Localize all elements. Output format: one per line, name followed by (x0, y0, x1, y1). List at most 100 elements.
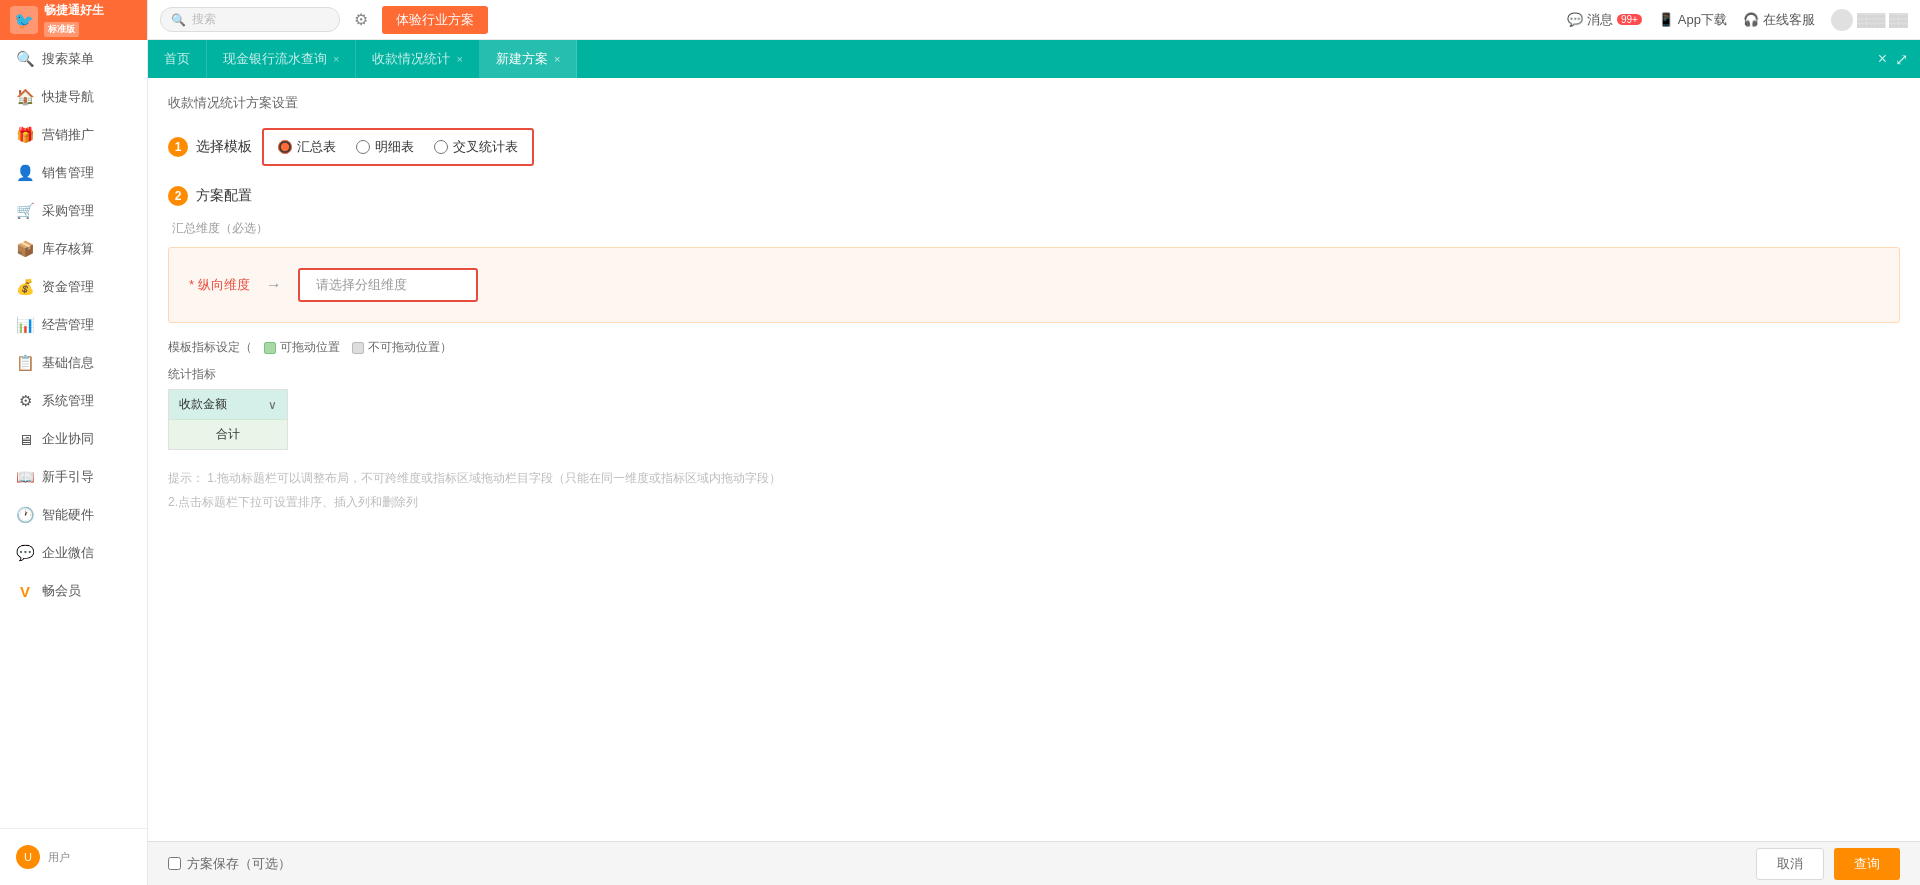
tab-receipt-stats-close[interactable]: × (456, 53, 462, 65)
template-radio-group: 汇总表 明细表 交叉统计表 (262, 128, 534, 166)
search-placeholder-text: 搜索 (192, 11, 216, 28)
vertical-dimension-label: * 纵向维度 (189, 276, 250, 294)
hint-line1: 提示： 1.拖动标题栏可以调整布局，不可跨维度或指标区域拖动栏目字段（只能在同一… (168, 466, 1900, 490)
sales-icon: 👤 (16, 164, 34, 182)
sidebar-item-enterprise-coop[interactable]: 🖥 企业协同 (0, 420, 147, 458)
sidebar-item-operations[interactable]: 📊 经营管理 (0, 306, 147, 344)
stat-indicator-title: 统计指标 (168, 366, 288, 383)
radio-cross[interactable]: 交叉统计表 (434, 138, 518, 156)
step1-title: 选择模板 (196, 138, 252, 156)
tab-bank-flow-close[interactable]: × (333, 53, 339, 65)
tab-home-label: 首页 (164, 50, 190, 68)
user-info[interactable]: ▓▓▓ ▓▓ (1831, 9, 1908, 31)
tab-bank-flow[interactable]: 现金银行流水查询 × (207, 40, 356, 78)
indicator-dropdown-icon[interactable]: ∨ (268, 398, 277, 412)
sidebar-item-search-menu[interactable]: 🔍 搜索菜单 (0, 40, 147, 78)
draggable-label: 可拖动位置 (280, 339, 340, 356)
sidebar-item-marketing[interactable]: 🎁 营销推广 (0, 116, 147, 154)
user-avatar (1831, 9, 1853, 31)
sidebar-logo: 🐦 畅捷通好生 标准版 (0, 0, 147, 40)
online-service-icon: 🎧 (1743, 12, 1759, 27)
enterprise-coop-icon: 🖥 (16, 431, 34, 448)
tab-home[interactable]: 首页 (148, 40, 207, 78)
basic-info-icon: 📋 (16, 354, 34, 372)
tab-new-plan[interactable]: 新建方案 × (480, 40, 577, 78)
sidebar-item-finance[interactable]: 💰 资金管理 (0, 268, 147, 306)
cancel-button[interactable]: 取消 (1756, 848, 1824, 880)
hints-section: 提示： 1.拖动标题栏可以调整布局，不可跨维度或指标区域拖动栏目字段（只能在同一… (168, 466, 1900, 514)
online-service-button[interactable]: 🎧 在线客服 (1743, 11, 1815, 29)
sidebar-bottom: U 用户 (0, 828, 147, 885)
tabs-right-controls: × ⤢ (1878, 50, 1920, 69)
tab-new-plan-label: 新建方案 (496, 50, 548, 68)
dimension-arrow: → (266, 276, 282, 294)
indicator-table-header[interactable]: 收款金额 ∨ (169, 390, 287, 419)
save-option-label[interactable]: 方案保存（可选） (168, 855, 291, 873)
radio-cross-label: 交叉统计表 (453, 138, 518, 156)
message-badge: 99+ (1617, 14, 1642, 25)
trial-button[interactable]: 体验行业方案 (382, 6, 488, 34)
indicator-header-label: 收款金额 (179, 396, 227, 413)
message-button[interactable]: 💬 消息 99+ (1567, 11, 1642, 29)
tab-bar: 首页 现金银行流水查询 × 收款情况统计 × 新建方案 × × ⤢ (148, 40, 1920, 78)
radio-summary[interactable]: 汇总表 (278, 138, 336, 156)
sidebar-item-purchase[interactable]: 🛒 采购管理 (0, 192, 147, 230)
sidebar-label-enterprise-coop: 企业协同 (42, 430, 94, 448)
radio-summary-input[interactable] (278, 140, 292, 154)
sidebar-item-quick-nav[interactable]: 🏠 快捷导航 (0, 78, 147, 116)
search-menu-icon: 🔍 (16, 50, 34, 68)
radio-detail-label: 明细表 (375, 138, 414, 156)
sidebar: 🐦 畅捷通好生 标准版 🔍 搜索菜单 🏠 快捷导航 🎁 营销推广 👤 销售管理 … (0, 0, 148, 885)
indicator-table-cell: 合计 (169, 419, 287, 449)
content-inner: 收款情况统计方案设置 1 选择模板 汇总表 (148, 78, 1920, 841)
avatar-icon: U (16, 845, 40, 869)
non-draggable-dot (352, 342, 364, 354)
dimension-select[interactable]: 请选择分组维度 (298, 268, 478, 302)
quick-nav-icon: 🏠 (16, 88, 34, 106)
main-area: 🔍 搜索 ⚙ 体验行业方案 💬 消息 99+ 📱 App下载 🎧 在线客服 ▓▓… (148, 0, 1920, 885)
system-icon: ⚙ (16, 392, 34, 410)
settings-icon[interactable]: ⚙ (354, 10, 368, 29)
indicator-section: 模板指标设定（ 可拖动位置 不可拖动位置） 统计指标 (168, 339, 1900, 450)
page-title: 收款情况统计方案设置 (168, 94, 1900, 112)
sidebar-item-guide[interactable]: 📖 新手引导 (0, 458, 147, 496)
query-button[interactable]: 查询 (1834, 848, 1900, 880)
tab-close-all-icon[interactable]: × (1878, 50, 1887, 68)
sidebar-item-basic-info[interactable]: 📋 基础信息 (0, 344, 147, 382)
tab-bank-flow-label: 现金银行流水查询 (223, 50, 327, 68)
sidebar-item-smart-hardware[interactable]: 🕐 智能硬件 (0, 496, 147, 534)
sidebar-item-system[interactable]: ⚙ 系统管理 (0, 382, 147, 420)
sidebar-label-guide: 新手引导 (42, 468, 94, 486)
topbar-search-box[interactable]: 🔍 搜索 (160, 7, 340, 32)
tab-receipt-stats-label: 收款情况统计 (372, 50, 450, 68)
indicator-label-text: 模板指标设定（ (168, 339, 252, 356)
radio-cross-input[interactable] (434, 140, 448, 154)
radio-detail-input[interactable] (356, 140, 370, 154)
sidebar-item-member[interactable]: V 畅会员 (0, 572, 147, 610)
sidebar-label-marketing: 营销推广 (42, 126, 94, 144)
save-checkbox[interactable] (168, 857, 181, 870)
sidebar-item-enterprise-wechat[interactable]: 💬 企业微信 (0, 534, 147, 572)
content-area: 收款情况统计方案设置 1 选择模板 汇总表 (148, 78, 1920, 841)
smart-hardware-icon: 🕐 (16, 506, 34, 524)
tab-receipt-stats[interactable]: 收款情况统计 × (356, 40, 479, 78)
app-download-button[interactable]: 📱 App下载 (1658, 11, 1727, 29)
sidebar-item-inventory[interactable]: 📦 库存核算 (0, 230, 147, 268)
tab-new-plan-close[interactable]: × (554, 53, 560, 65)
sidebar-label-inventory: 库存核算 (42, 240, 94, 258)
sidebar-label-smart-hardware: 智能硬件 (42, 506, 94, 524)
message-icon: 💬 (1567, 12, 1583, 27)
sidebar-item-sales[interactable]: 👤 销售管理 (0, 154, 147, 192)
sidebar-label-quick-nav: 快捷导航 (42, 88, 94, 106)
step2-number: 2 (168, 186, 188, 206)
radio-detail[interactable]: 明细表 (356, 138, 414, 156)
dimension-area: * 纵向维度 → 请选择分组维度 (168, 247, 1900, 323)
sidebar-bottom-avatar[interactable]: U 用户 (0, 837, 147, 877)
tab-maximize-icon[interactable]: ⤢ (1895, 50, 1908, 69)
sidebar-username: 用户 (48, 850, 70, 865)
logo-brand: 畅捷通好生 (44, 3, 104, 19)
step2-title: 方案配置 (196, 187, 252, 205)
sidebar-label-member: 畅会员 (42, 582, 81, 600)
indicator-legend: 模板指标设定（ 可拖动位置 不可拖动位置） (168, 339, 1900, 356)
non-draggable-label: 不可拖动位置） (368, 339, 452, 356)
